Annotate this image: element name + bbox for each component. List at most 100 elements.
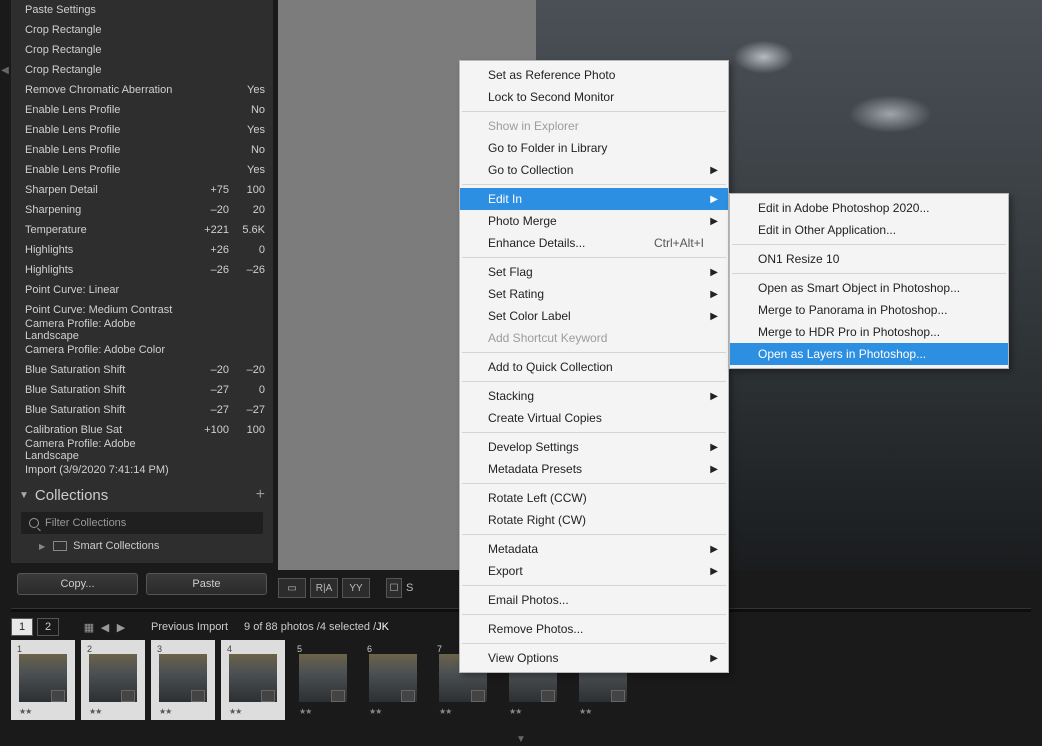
thumbnail[interactable]: 4★★ [221, 640, 285, 720]
menu-go-to-folder[interactable]: Go to Folder in Library [460, 137, 728, 159]
history-row[interactable]: Camera Profile: Adobe Color [11, 340, 273, 360]
history-row[interactable]: Crop Rectangle [11, 20, 273, 40]
menu-view-options[interactable]: View Options▶ [460, 647, 728, 669]
nav-forward-icon[interactable]: ▶ [113, 621, 129, 634]
menu-stacking[interactable]: Stacking▶ [460, 385, 728, 407]
view-toolbar: ▭ R|A YY ☐ S [278, 574, 413, 602]
grid-icon[interactable]: ▦ [81, 621, 97, 634]
menu-enhance-details[interactable]: Enhance Details...Ctrl+Alt+I [460, 232, 728, 254]
smart-collections-row[interactable]: ▶ Smart Collections [11, 536, 273, 556]
history-row[interactable]: Sharpening–2020 [11, 200, 273, 220]
history-row[interactable]: Blue Saturation Shift–27–27 [11, 400, 273, 420]
screen-2-button[interactable]: 2 [37, 618, 59, 636]
reference-view-button[interactable]: YY [342, 578, 370, 598]
menu-set-color-label[interactable]: Set Color Label▶ [460, 305, 728, 327]
nav-back-icon[interactable]: ◀ [97, 621, 113, 634]
menu-set-flag[interactable]: Set Flag▶ [460, 261, 728, 283]
history-row[interactable]: Enable Lens ProfileYes [11, 160, 273, 180]
history-row[interactable]: Crop Rectangle [11, 60, 273, 80]
filename-label: JK [376, 621, 389, 633]
paste-button[interactable]: Paste [146, 573, 267, 595]
submenu-arrow-icon: ▶ [710, 165, 718, 176]
history-label: Paste Settings [25, 4, 187, 16]
rating-stars: ★★ [19, 707, 31, 716]
menu-lock-second-monitor[interactable]: Lock to Second Monitor [460, 86, 728, 108]
menu-develop-settings[interactable]: Develop Settings▶ [460, 436, 728, 458]
menu-metadata-presets[interactable]: Metadata Presets▶ [460, 458, 728, 480]
submenu-arrow-icon: ▶ [710, 653, 718, 664]
menu-edit-in[interactable]: Edit In▶ [460, 188, 728, 210]
menu-separator [732, 273, 1006, 274]
submenu-arrow-icon: ▶ [710, 391, 718, 402]
history-row[interactable]: Blue Saturation Shift–20–20 [11, 360, 273, 380]
menu-separator [462, 257, 726, 258]
menu-separator [462, 352, 726, 353]
thumbnail[interactable]: 2★★ [81, 640, 145, 720]
submenu-edit-photoshop-2020[interactable]: Edit in Adobe Photoshop 2020... [730, 197, 1008, 219]
menu-rotate-left[interactable]: Rotate Left (CCW) [460, 487, 728, 509]
submenu-arrow-icon: ▶ [710, 311, 718, 322]
thumbnail[interactable]: 6★★ [361, 640, 425, 720]
history-row[interactable]: Camera Profile: Adobe Landscape [11, 440, 273, 460]
history-row[interactable]: Blue Saturation Shift–270 [11, 380, 273, 400]
history-row[interactable]: Highlights–26–26 [11, 260, 273, 280]
context-submenu-edit-in: Edit in Adobe Photoshop 2020... Edit in … [729, 193, 1009, 369]
menu-rotate-right[interactable]: Rotate Right (CW) [460, 509, 728, 531]
submenu-edit-other-app[interactable]: Edit in Other Application... [730, 219, 1008, 241]
submenu-arrow-icon: ▶ [710, 464, 718, 475]
checkbox-toggle[interactable]: ☐ [386, 578, 402, 598]
menu-metadata[interactable]: Metadata▶ [460, 538, 728, 560]
compare-view-button[interactable]: R|A [310, 578, 338, 598]
loupe-view-button[interactable]: ▭ [278, 578, 306, 598]
submenu-open-as-layers[interactable]: Open as Layers in Photoshop... [730, 343, 1008, 365]
history-row[interactable]: Calibration Blue Sat+100100 [11, 420, 273, 440]
thumbnail[interactable]: 5★★ [291, 640, 355, 720]
menu-remove-photos[interactable]: Remove Photos... [460, 618, 728, 640]
menu-photo-merge[interactable]: Photo Merge▶ [460, 210, 728, 232]
history-list: Paste Settings Crop Rectangle Crop Recta… [11, 0, 273, 480]
menu-export[interactable]: Export▶ [460, 560, 728, 582]
submenu-merge-panorama[interactable]: Merge to Panorama in Photoshop... [730, 299, 1008, 321]
history-row[interactable]: Paste Settings [11, 0, 273, 20]
menu-set-rating[interactable]: Set Rating▶ [460, 283, 728, 305]
submenu-on1-resize[interactable]: ON1 Resize 10 [730, 248, 1008, 270]
chevron-down-icon: ▼ [19, 490, 29, 501]
filmstrip-collapse[interactable]: ▼ [516, 734, 526, 745]
history-row[interactable]: Highlights+260 [11, 240, 273, 260]
history-row[interactable]: Sharpen Detail+75100 [11, 180, 273, 200]
history-row[interactable]: Enable Lens ProfileYes [11, 120, 273, 140]
plus-icon[interactable]: + [256, 486, 265, 504]
history-row[interactable]: Temperature+2215.6K [11, 220, 273, 240]
history-row[interactable]: Remove Chromatic AberrationYes [11, 80, 273, 100]
source-label[interactable]: Previous Import [151, 621, 228, 633]
left-panel: Paste Settings Crop Rectangle Crop Recta… [11, 0, 273, 563]
filter-collections-input[interactable]: Filter Collections [21, 512, 263, 534]
copy-button[interactable]: Copy... [17, 573, 138, 595]
left-panel-collapse[interactable]: ◀ [0, 60, 10, 80]
count-label: 9 of 88 photos /4 selected / [244, 621, 376, 633]
menu-add-to-quick-collection[interactable]: Add to Quick Collection [460, 356, 728, 378]
thumbnail[interactable]: 1★★ [11, 640, 75, 720]
menu-show-in-explorer: Show in Explorer [460, 115, 728, 137]
history-row[interactable]: Enable Lens ProfileNo [11, 100, 273, 120]
history-row[interactable]: Crop Rectangle [11, 40, 273, 60]
submenu-arrow-icon: ▶ [710, 216, 718, 227]
menu-separator [462, 643, 726, 644]
collections-header[interactable]: ▼ Collections + [11, 480, 273, 510]
history-row[interactable]: Point Curve: Medium Contrast [11, 300, 273, 320]
menu-email-photos[interactable]: Email Photos... [460, 589, 728, 611]
submenu-merge-hdr-pro[interactable]: Merge to HDR Pro in Photoshop... [730, 321, 1008, 343]
history-row[interactable]: Enable Lens ProfileNo [11, 140, 273, 160]
menu-set-reference-photo[interactable]: Set as Reference Photo [460, 64, 728, 86]
history-row[interactable]: Point Curve: Linear [11, 280, 273, 300]
history-row[interactable]: Camera Profile: Adobe Landscape [11, 320, 273, 340]
menu-go-to-collection[interactable]: Go to Collection▶ [460, 159, 728, 181]
menu-create-virtual-copies[interactable]: Create Virtual Copies [460, 407, 728, 429]
menu-separator [462, 432, 726, 433]
submenu-open-smart-object[interactable]: Open as Smart Object in Photoshop... [730, 277, 1008, 299]
thumbnail[interactable]: 3★★ [151, 640, 215, 720]
screen-1-button[interactable]: 1 [11, 618, 33, 636]
chevron-right-icon: ▶ [39, 542, 45, 551]
submenu-arrow-icon: ▶ [710, 566, 718, 577]
history-row[interactable]: Import (3/9/2020 7:41:14 PM) [11, 460, 273, 480]
